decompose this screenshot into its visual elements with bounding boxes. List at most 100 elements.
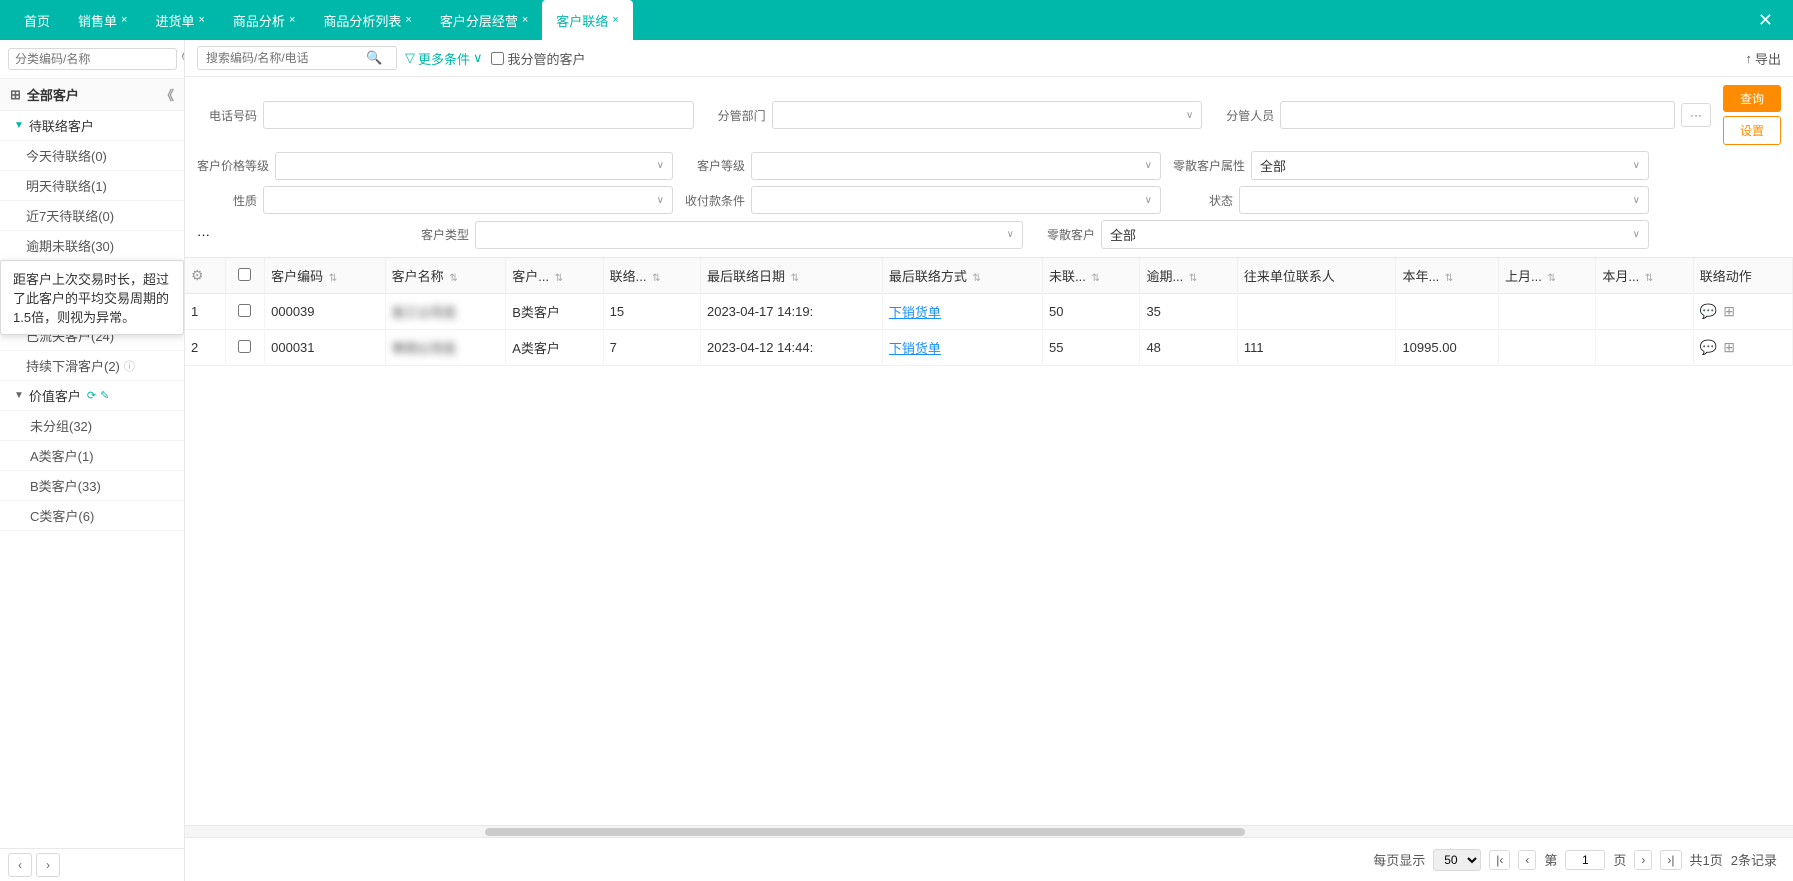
query-button[interactable]: 查询 [1723,85,1781,112]
nav-sales[interactable]: 销售单 × [64,0,141,40]
sort-this-month[interactable]: ⇅ [1645,273,1653,284]
row2-method-link[interactable]: 下销货单 [889,341,941,356]
close-purchase-tab[interactable]: × [198,14,204,26]
sidebar-today-pending[interactable]: 今天待联络(0) [0,141,184,171]
nav-purchase[interactable]: 进货单 × [141,0,218,40]
pending-contact-group[interactable]: ▼ 待联络客户 [0,111,184,141]
sort-name[interactable]: ⇅ [449,273,457,284]
main-layout: 🔍 ⊞ 全部客户 《 ▼ 待联络客户 今天待联络(0) 明天待联络(1) 近7天… [0,40,1793,881]
sort-this-year[interactable]: ⇅ [1445,273,1453,284]
gender-select[interactable]: ∨ [263,186,673,214]
close-product-analysis-tab[interactable]: × [289,14,295,26]
department-select[interactable]: ∨ [772,101,1203,129]
row2-checkbox[interactable] [225,330,265,366]
my-customers-checkbox[interactable] [491,52,504,65]
search-wrap: 🔍 [197,46,397,70]
sidebar-7day-pending[interactable]: 近7天待联络(0) [0,201,184,231]
customer-level-chevron: ∨ [1145,160,1152,171]
sort-overdue[interactable]: ⇅ [1189,273,1197,284]
manager-field: 分管人员 ··· [1214,101,1711,129]
sidebar-class-c[interactable]: C类客户(6) [0,501,184,531]
sidebar-left-arrow[interactable]: ‹ [8,853,32,877]
search-icon[interactable]: 🔍 [366,50,382,66]
page-size-select[interactable]: 50 [1433,849,1481,871]
value-edit-icon[interactable]: ✎ [100,389,109,402]
window-close-button[interactable]: ✕ [1748,10,1783,31]
sidebar-search-input[interactable] [8,48,177,70]
close-customer-contact-tab[interactable]: × [612,14,618,26]
sort-code[interactable]: ⇅ [329,273,337,284]
close-sales-tab[interactable]: × [121,14,127,26]
nav-home[interactable]: 首页 [10,0,64,40]
triangle-icon: ▼ [14,120,24,131]
sidebar-class-a[interactable]: A类客户(1) [0,441,184,471]
customer-type-select[interactable]: ∨ [475,221,1023,249]
my-customers-checkbox-label[interactable]: 我分管的客户 [491,49,586,68]
sort-last-method[interactable]: ⇅ [973,273,981,284]
sort-not-contact[interactable]: ⇅ [1092,273,1100,284]
payment-select[interactable]: ∨ [751,186,1161,214]
pagination-bar: 每页显示 50 |‹ ‹ 第 页 › ›| 共1页 2条记录 [185,837,1793,881]
col-not-contact: 未联... ⇅ [1043,258,1140,294]
col-last-date: 最后联络日期 ⇅ [700,258,882,294]
manager-ellipsis[interactable]: ··· [1681,103,1711,127]
col-checkbox[interactable] [225,258,265,294]
manager-select[interactable] [1280,101,1675,129]
first-page-btn[interactable]: |‹ [1489,850,1510,870]
nav-customer-contact[interactable]: 客户联络 × [542,0,632,40]
price-level-select[interactable]: ∨ [275,152,673,180]
row1-select[interactable] [238,304,251,317]
horizontal-scrollbar[interactable] [185,825,1793,837]
export-button[interactable]: ↑ 导出 [1745,49,1781,68]
sort-contact[interactable]: ⇅ [652,273,660,284]
value-customers-group[interactable]: ▼ 价值客户 ⟳ ✎ [0,381,184,411]
sidebar-unclassified[interactable]: 未分组(32) [0,411,184,441]
settings-button[interactable]: 设置 [1723,116,1781,145]
row2-not-contact: 55 [1043,330,1140,366]
col-settings[interactable]: ⚙ [185,258,225,294]
phone-input[interactable] [263,101,694,129]
col-category: 客户... ⇅ [506,258,603,294]
row2-contact-icon[interactable]: 💬 [1700,339,1717,356]
all-customers-header[interactable]: ⊞ 全部客户 《 [0,79,184,111]
search-input[interactable] [206,51,366,65]
row2-last-method[interactable]: 下销货单 [882,330,1042,366]
sidebar-tomorrow-pending[interactable]: 明天待联络(1) [0,171,184,201]
retail-customer-select[interactable]: 全部 ∨ [1101,220,1649,249]
nav-customer-tier[interactable]: 客户分层经营 × [426,0,542,40]
row2-partner: 111 [1237,330,1396,366]
select-all-checkbox[interactable] [238,268,251,281]
retail-attr-chevron: ∨ [1633,160,1640,171]
row2-name: 李四公司名 [385,330,506,366]
filter-bar: 🔍 ▽ 更多条件 ∨ 我分管的客户 ↑ 导出 [185,40,1793,77]
page-number-input[interactable] [1565,850,1605,870]
row1-checkbox[interactable] [225,294,265,330]
prev-page-btn[interactable]: ‹ [1518,850,1536,870]
next-page-btn[interactable]: › [1634,850,1652,870]
nav-product-analysis-list[interactable]: 商品分析列表 × [309,0,425,40]
sidebar-class-b[interactable]: B类客户(33) [0,471,184,501]
row1-name: 张三公司名 [385,294,506,330]
row2-select[interactable] [238,340,251,353]
sidebar-overdue-pending[interactable]: 逾期未联络(30) [0,231,184,261]
row2-more-icon[interactable]: ⊞ [1723,339,1735,356]
retail-attr-select[interactable]: 全部 ∨ [1251,151,1649,180]
row1-more-icon[interactable]: ⊞ [1723,303,1735,320]
table-settings-icon[interactable]: ⚙ [191,267,204,283]
nav-product-analysis[interactable]: 商品分析 × [219,0,309,40]
sort-category[interactable]: ⇅ [555,273,563,284]
sidebar-right-arrow[interactable]: › [36,853,60,877]
sort-last-date[interactable]: ⇅ [791,273,799,284]
status-select[interactable]: ∨ [1239,186,1649,214]
sort-last-month[interactable]: ⇅ [1547,273,1555,284]
row1-method-link[interactable]: 下销货单 [889,305,941,320]
more-conditions-btn[interactable]: ▽ 更多条件 ∨ [405,49,483,68]
close-product-analysis-list-tab[interactable]: × [405,14,411,26]
row1-last-method[interactable]: 下销货单 [882,294,1042,330]
close-customer-tier-tab[interactable]: × [522,14,528,26]
row1-contact-icon[interactable]: 💬 [1700,303,1717,320]
sidebar-search-icon[interactable]: 🔍 [181,51,185,67]
sidebar-continuous-down[interactable]: 持续下滑客户(2) ⓘ [0,351,184,381]
customer-level-select[interactable]: ∨ [751,152,1161,180]
last-page-btn[interactable]: ›| [1660,850,1681,870]
